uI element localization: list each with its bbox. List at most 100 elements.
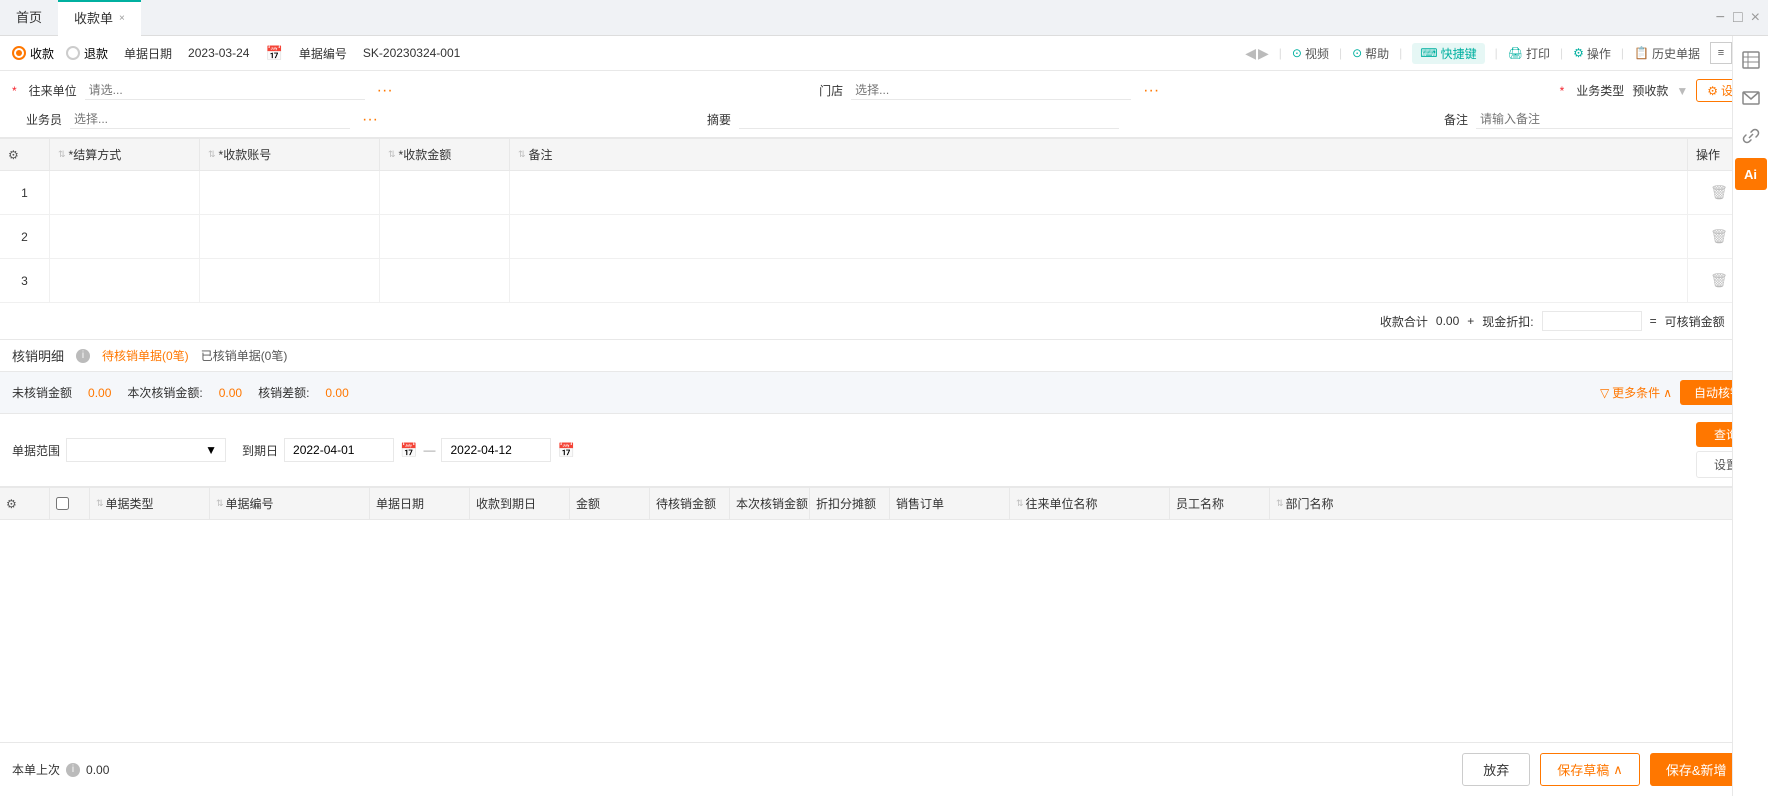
row-num-1: 1 — [0, 171, 50, 214]
row3-method[interactable] — [50, 259, 200, 302]
store-more-btn[interactable]: ··· — [1139, 82, 1163, 100]
row2-method[interactable] — [50, 215, 200, 258]
row3-account[interactable] — [200, 259, 380, 302]
counterpart-input[interactable] — [85, 81, 365, 100]
row3-amount[interactable] — [380, 259, 510, 302]
row2-delete-icon[interactable]: 🗑 — [1710, 228, 1728, 245]
footer: 本单上次 i 0.00 放弃 保存草稿 ∧ 保存&新增 ∧ — [0, 742, 1768, 796]
row2-amount[interactable] — [380, 215, 510, 258]
operation-label: 操作 — [1587, 45, 1611, 62]
form-row-2: 业务员 ··· 摘要 备注 — [12, 110, 1756, 129]
salesperson-label: 业务员 — [12, 111, 62, 128]
date-to-input[interactable] — [441, 438, 551, 462]
bth-sort-4[interactable]: ⇅ — [1276, 498, 1284, 509]
abandon-btn[interactable]: 放弃 — [1462, 753, 1530, 786]
bth-sales-order-label: 销售订单 — [896, 495, 944, 512]
range-field: 单据范围 ▼ — [12, 438, 226, 462]
range-select[interactable]: ▼ — [66, 438, 226, 462]
tab-close-icon[interactable]: × — [119, 1, 125, 37]
th-action-label: 操作 — [1696, 146, 1720, 163]
help-btn[interactable]: ⊙ 帮助 — [1352, 45, 1389, 62]
shortcut-btn[interactable]: ⌨ 快捷键 — [1412, 43, 1484, 64]
date-from-calendar-icon[interactable]: 📅 — [400, 442, 417, 459]
tab-home[interactable]: 首页 — [0, 0, 58, 36]
bth-discount: 折扣分摊额 — [810, 488, 890, 519]
minimize-btn[interactable]: − — [1716, 9, 1725, 27]
sidebar-email-icon[interactable] — [1735, 82, 1767, 114]
range-dropdown-icon: ▼ — [205, 443, 217, 457]
history-icon: 📋 — [1634, 46, 1649, 60]
table-gear-icon[interactable]: ⚙ — [8, 148, 19, 162]
next-arrow[interactable]: ▶ — [1258, 45, 1269, 62]
date-calendar-icon[interactable]: 📅 — [265, 45, 282, 62]
bth-due-date: 收款到期日 — [470, 488, 570, 519]
print-btn[interactable]: 🖨 打印 — [1508, 45, 1550, 62]
done-tab[interactable]: 已核销单据(0笔) — [201, 347, 288, 364]
date-to-calendar-icon[interactable]: 📅 — [557, 442, 574, 459]
bth-sort-2[interactable]: ⇅ — [216, 498, 224, 509]
row1-amount[interactable] — [380, 171, 510, 214]
pending-tab[interactable]: 待核销单据(0笔) — [102, 347, 189, 364]
history-btn[interactable]: 📋 历史单据 — [1634, 45, 1700, 62]
row1-delete-icon[interactable]: 🗑 — [1710, 184, 1728, 201]
radio-receipt-label: 收款 — [30, 45, 54, 62]
sidebar-link-icon[interactable] — [1735, 120, 1767, 152]
save-draft-btn[interactable]: 保存草稿 ∧ — [1540, 753, 1640, 786]
diff-value: 0.00 — [325, 386, 348, 400]
video-btn[interactable]: ⊙ 视频 — [1292, 45, 1329, 62]
bottom-table-gear-icon[interactable]: ⚙ — [6, 497, 17, 511]
row3-delete-icon[interactable]: 🗑 — [1710, 272, 1728, 289]
bth-doc-num-label: 单据编号 — [226, 495, 274, 512]
row3-remark[interactable] — [510, 259, 1688, 302]
discount-input[interactable] — [1542, 311, 1642, 331]
sidebar-ai-icon[interactable]: Ai — [1735, 158, 1767, 190]
salesperson-more-btn[interactable]: ··· — [358, 111, 382, 129]
maximize-btn[interactable]: □ — [1733, 9, 1743, 27]
sep4: | — [1495, 46, 1498, 60]
summary-input[interactable] — [739, 110, 1119, 129]
form-area: * 往来单位 ··· 门店 ··· * 业务类型 预收款 ▼ ⚙ 设置 业务员 … — [0, 71, 1768, 138]
more-conditions-btn[interactable]: ▽ 更多条件 ∧ — [1600, 384, 1672, 401]
tab-active[interactable]: 收款单 × — [58, 0, 141, 36]
layout-list-btn[interactable]: ≡ — [1710, 42, 1732, 64]
verify-info-icon[interactable]: i — [76, 349, 90, 363]
bth-pending-verify: 待核销金额 — [650, 488, 730, 519]
notes-input[interactable] — [1476, 110, 1756, 129]
operation-btn[interactable]: ⚙ 操作 — [1573, 45, 1611, 62]
row2-account[interactable] — [200, 215, 380, 258]
sidebar-table-icon[interactable] — [1735, 44, 1767, 76]
form-row-1: * 往来单位 ··· 门店 ··· * 业务类型 预收款 ▼ ⚙ 设置 — [12, 79, 1756, 102]
bth-amount-label: 金额 — [576, 495, 600, 512]
filter-row: 未核销金额 0.00 本次核销金额: 0.00 核销差额: 0.00 ▽ 更多条… — [0, 372, 1768, 414]
salesperson-input[interactable] — [70, 110, 350, 129]
help-icon: ⊙ — [1352, 46, 1362, 60]
date-from-input[interactable] — [284, 438, 394, 462]
bottom-table-header: ⚙ ⇅ 单据类型 ⇅ 单据编号 单据日期 收款到期日 金额 待核销金额 本次核销… — [0, 487, 1768, 520]
row1-remark[interactable] — [510, 171, 1688, 214]
counterpart-more-btn[interactable]: ··· — [373, 82, 397, 100]
bth-doc-num: ⇅ 单据编号 — [210, 488, 370, 519]
sort-icon-2[interactable]: ⇅ — [208, 149, 216, 160]
row1-method[interactable] — [50, 171, 200, 214]
sort-icon-4[interactable]: ⇅ — [518, 149, 526, 160]
store-input[interactable] — [851, 81, 1131, 100]
footer-info-icon[interactable]: i — [66, 763, 80, 777]
summary-label: 摘要 — [681, 111, 731, 128]
biztype-dropdown-icon[interactable]: ▼ — [1676, 84, 1688, 98]
radio-receipt[interactable]: 收款 — [12, 45, 54, 62]
bth-sort-3[interactable]: ⇅ — [1016, 498, 1024, 509]
close-btn[interactable]: × — [1751, 9, 1760, 27]
row1-account[interactable] — [200, 171, 380, 214]
prev-arrow[interactable]: ◀ — [1245, 45, 1256, 62]
sort-icon-1[interactable]: ⇅ — [58, 149, 66, 160]
bth-sort-1[interactable]: ⇅ — [96, 498, 104, 509]
sort-icon-3[interactable]: ⇅ — [388, 149, 396, 160]
counterpart-label: 往来单位 — [27, 82, 77, 99]
due-date-label: 到期日 — [242, 442, 278, 459]
select-all-checkbox[interactable] — [56, 497, 69, 510]
row2-remark[interactable] — [510, 215, 1688, 258]
radio-refund[interactable]: 退款 — [66, 45, 108, 62]
date-field: 到期日 📅 — 📅 — [242, 438, 575, 462]
bth-doc-type-label: 单据类型 — [106, 495, 154, 512]
radio-refund-label: 退款 — [84, 45, 108, 62]
